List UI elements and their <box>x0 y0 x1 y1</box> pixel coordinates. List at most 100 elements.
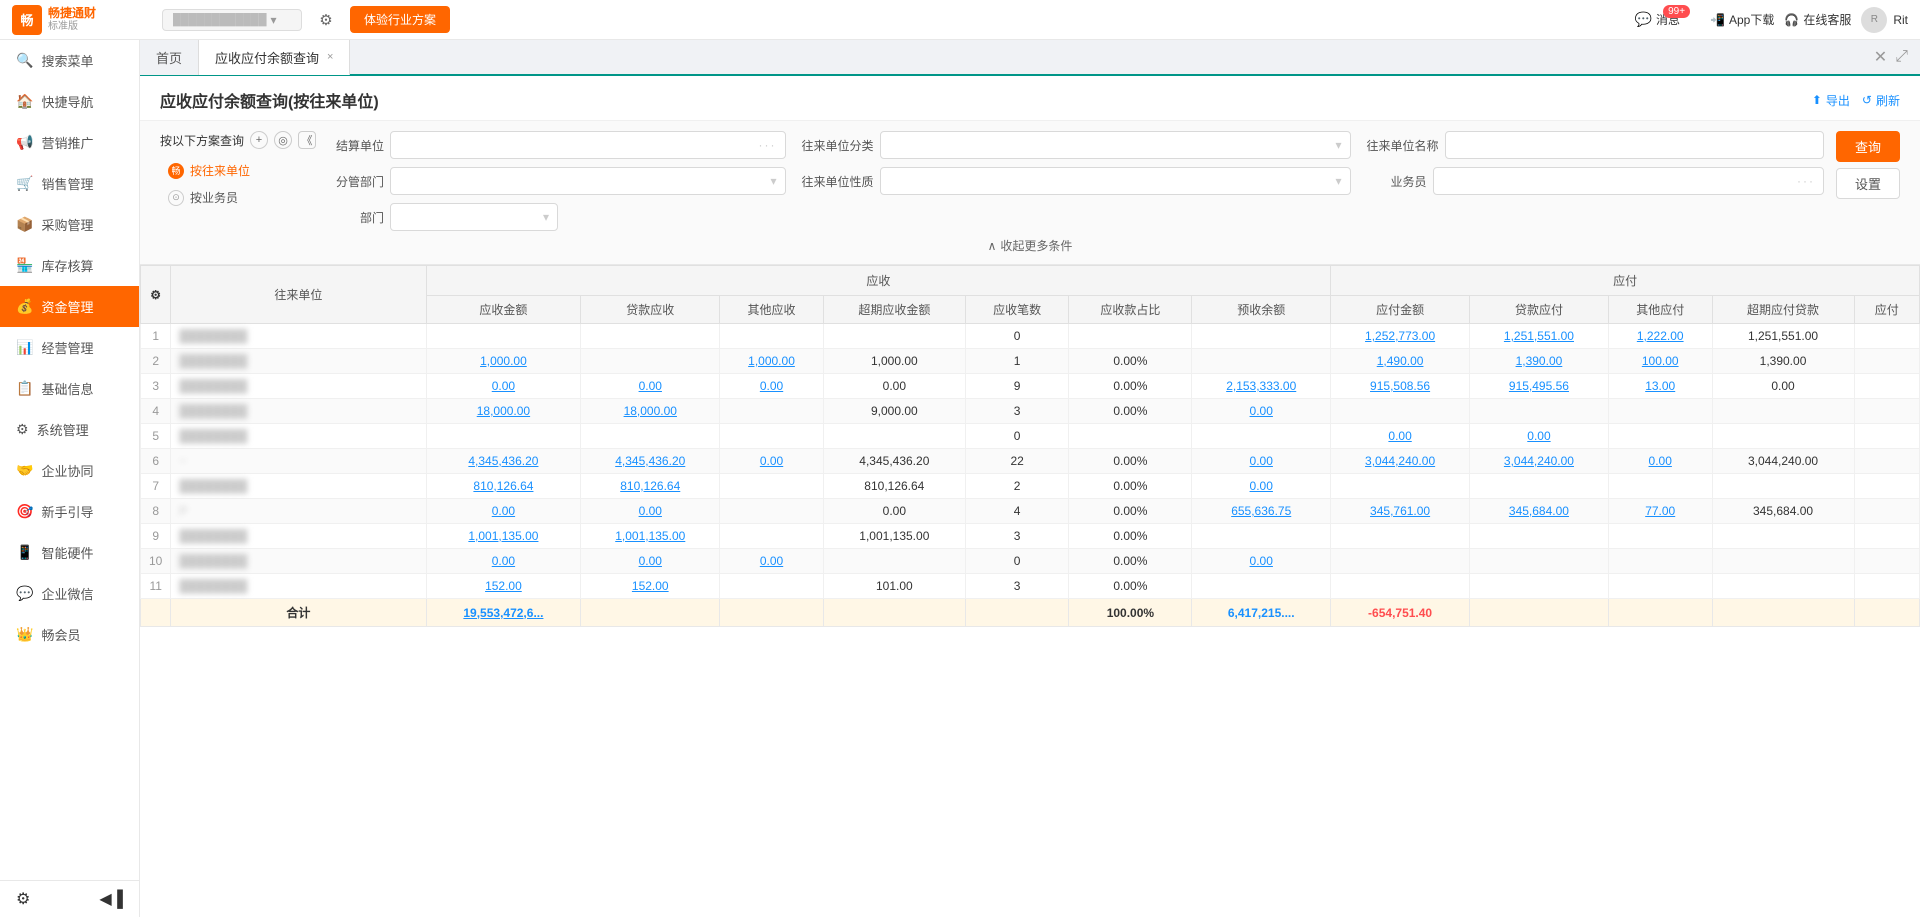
dept-manager-input[interactable]: ▾ <box>390 167 786 195</box>
window-close-icon[interactable]: ✕ <box>1874 47 1887 67</box>
ar-amount-header: 应收金额 <box>426 296 581 324</box>
sidebar: 🔍 搜索菜单 🏠 快捷导航 📢 营销推广 🛒 销售管理 📦 采购管理 🏪 库存核… <box>0 40 140 917</box>
refresh-button[interactable]: ↺ 刷新 <box>1862 92 1900 109</box>
partner-category-input[interactable]: ▾ <box>880 131 1351 159</box>
collapse-scheme-btn[interactable]: 《 <box>298 131 316 149</box>
ap-last-header: 应付 <box>1854 296 1920 324</box>
collab-icon: 🤝 <box>16 462 33 479</box>
add-scheme-btn[interactable]: + <box>250 131 268 149</box>
table-row: 11████████152.00152.00101.0030.00% <box>141 574 1920 599</box>
window-maximize-icon[interactable]: ⤢ <box>1895 48 1908 66</box>
ar-group-header: 应收 <box>426 266 1331 296</box>
setting-button[interactable]: 设置 <box>1836 168 1900 199</box>
avatar: R <box>1861 7 1887 33</box>
table-row: 7████████810,126.64810,126.64810,126.642… <box>141 474 1920 499</box>
sidebar-item-member[interactable]: 👑 畅会员 <box>0 614 139 655</box>
member-icon: 👑 <box>16 626 33 643</box>
user-area[interactable]: R Rit <box>1861 7 1908 33</box>
partner-name-input[interactable] <box>1445 131 1824 159</box>
sidebar-item-wechat[interactable]: 💬 企业微信 <box>0 573 139 614</box>
tab-home[interactable]: 首页 <box>140 40 198 75</box>
app-name: 畅捷通财 <box>48 6 96 20</box>
ar-loan-header: 贷款应收 <box>581 296 720 324</box>
partner-nature-label: 往来单位性质 <box>802 173 874 190</box>
settlement-unit-label: 结算单位 <box>328 137 384 154</box>
notification-icon: 💬 <box>1635 11 1652 28</box>
sidebar-item-system[interactable]: ⚙ 系统管理 <box>0 409 139 450</box>
collapse-filter-btn[interactable]: ∧ 收起更多条件 <box>988 237 1073 254</box>
ap-group-header: 应付 <box>1331 266 1920 296</box>
logo-area: 畅 畅捷通财 标准版 <box>12 5 152 35</box>
table-row: 3████████0.000.000.000.0090.00%2,153,333… <box>141 374 1920 399</box>
scheme-by-salesperson[interactable]: ⊙ 按业务员 <box>160 184 316 211</box>
scheme-active-icon: 畅 <box>168 163 184 179</box>
dropdown-icon: ▾ <box>271 13 277 27</box>
sidebar-item-purchase[interactable]: 📦 采购管理 <box>0 204 139 245</box>
table-row: 5████████00.000.00 <box>141 424 1920 449</box>
ar-ratio-header: 应收款占比 <box>1069 296 1192 324</box>
tab-bar: 首页 应收应付余额查询 × ✕ ⤢ <box>140 40 1920 76</box>
scheme-inactive-icon: ⊙ <box>168 190 184 206</box>
home-icon: 🏠 <box>16 93 33 110</box>
notifications-badge: 99+ <box>1663 5 1690 18</box>
department-input[interactable]: ▾ <box>390 203 558 231</box>
online-service-btn[interactable]: 🎧 在线客服 <box>1784 11 1851 28</box>
notifications-area[interactable]: 💬 消息 99+ <box>1635 11 1680 28</box>
hardware-icon: 📱 <box>16 544 33 561</box>
base-icon: 📋 <box>16 380 33 397</box>
settings-icon[interactable]: ⚙ <box>312 6 340 34</box>
page-title: 应收应付余额查询(按往来单位) <box>160 88 379 112</box>
data-table: ⚙ 往来单位 应收 应付 应收金额 贷款应收 其他应收 超期应收金额 应收笔数 … <box>140 265 1920 627</box>
partner-nature-input[interactable]: ▾ <box>880 167 1351 195</box>
table-row: 1████████01,252,773.001,251,551.001,222.… <box>141 324 1920 349</box>
finance-icon: 💰 <box>16 298 33 315</box>
table-row: 2████████1,000.001,000.001,000.0010.00%1… <box>141 349 1920 374</box>
salesperson-label: 业务员 <box>1367 173 1427 190</box>
sidebar-item-finance[interactable]: 💰 资金管理 <box>0 286 139 327</box>
promo-button[interactable]: 体验行业方案 <box>350 6 450 33</box>
wechat-icon: 💬 <box>16 585 33 602</box>
export-icon: ⬆ <box>1812 93 1822 107</box>
partner-name-label: 往来单位名称 <box>1367 137 1439 154</box>
table-row: 8P0.000.000.0040.00%655,636.75345,761.00… <box>141 499 1920 524</box>
total-row: 合计 19,553,472,6... 100.00% 6,417,215....… <box>141 599 1920 627</box>
tab-arbalance[interactable]: 应收应付余额查询 × <box>198 40 350 75</box>
ar-other-header: 其他应收 <box>720 296 824 324</box>
company-selector[interactable]: ████████████ ▾ <box>162 9 302 31</box>
table-row: 10████████0.000.000.0000.00%0.00 <box>141 549 1920 574</box>
sidebar-item-operations[interactable]: 📊 经营管理 <box>0 327 139 368</box>
guide-icon: 🎯 <box>16 503 33 520</box>
sidebar-item-sales[interactable]: 🛒 销售管理 <box>0 163 139 204</box>
sidebar-item-quicknav[interactable]: 🏠 快捷导航 <box>0 81 139 122</box>
settings-bottom-icon[interactable]: ⚙ <box>16 889 30 909</box>
sidebar-item-base[interactable]: 📋 基础信息 <box>0 368 139 409</box>
settlement-unit-input[interactable]: ··· <box>390 131 786 159</box>
edition-label: 标准版 <box>48 21 96 33</box>
dept-manager-label: 分管部门 <box>328 173 384 190</box>
ar-count-header: 应收笔数 <box>965 296 1069 324</box>
filter-title: 按以下方案查询 <box>160 132 244 149</box>
scheme-by-partner[interactable]: 畅 按往来单位 <box>160 157 316 184</box>
sidebar-item-hardware[interactable]: 📱 智能硬件 <box>0 532 139 573</box>
department-label: 部门 <box>328 209 384 226</box>
tab-close-icon[interactable]: × <box>327 51 333 63</box>
export-button[interactable]: ⬆ 导出 <box>1812 92 1850 109</box>
sidebar-item-marketing[interactable]: 📢 营销推广 <box>0 122 139 163</box>
service-icon: 🎧 <box>1784 13 1799 27</box>
search-icon: 🔍 <box>16 52 33 69</box>
query-button[interactable]: 查询 <box>1836 131 1900 162</box>
purchase-icon: 📦 <box>16 216 33 233</box>
sidebar-item-inventory[interactable]: 🏪 库存核算 <box>0 245 139 286</box>
marketing-icon: 📢 <box>16 134 33 151</box>
app-download-btn[interactable]: 📲 App下载 <box>1710 11 1774 28</box>
sidebar-item-collab[interactable]: 🤝 企业协同 <box>0 450 139 491</box>
edit-scheme-btn[interactable]: ◎ <box>274 131 292 149</box>
settings-col-header[interactable]: ⚙ <box>141 266 171 324</box>
collapse-sidebar-icon[interactable]: ◀▐ <box>99 889 123 909</box>
table-row: 9████████1,001,135.001,001,135.001,001,1… <box>141 524 1920 549</box>
logo-icon: 畅 <box>12 5 42 35</box>
sidebar-item-guide[interactable]: 🎯 新手引导 <box>0 491 139 532</box>
sidebar-item-search[interactable]: 🔍 搜索菜单 <box>0 40 139 81</box>
ar-prepay-header: 预收余额 <box>1192 296 1331 324</box>
salesperson-input[interactable]: ··· <box>1433 167 1825 195</box>
